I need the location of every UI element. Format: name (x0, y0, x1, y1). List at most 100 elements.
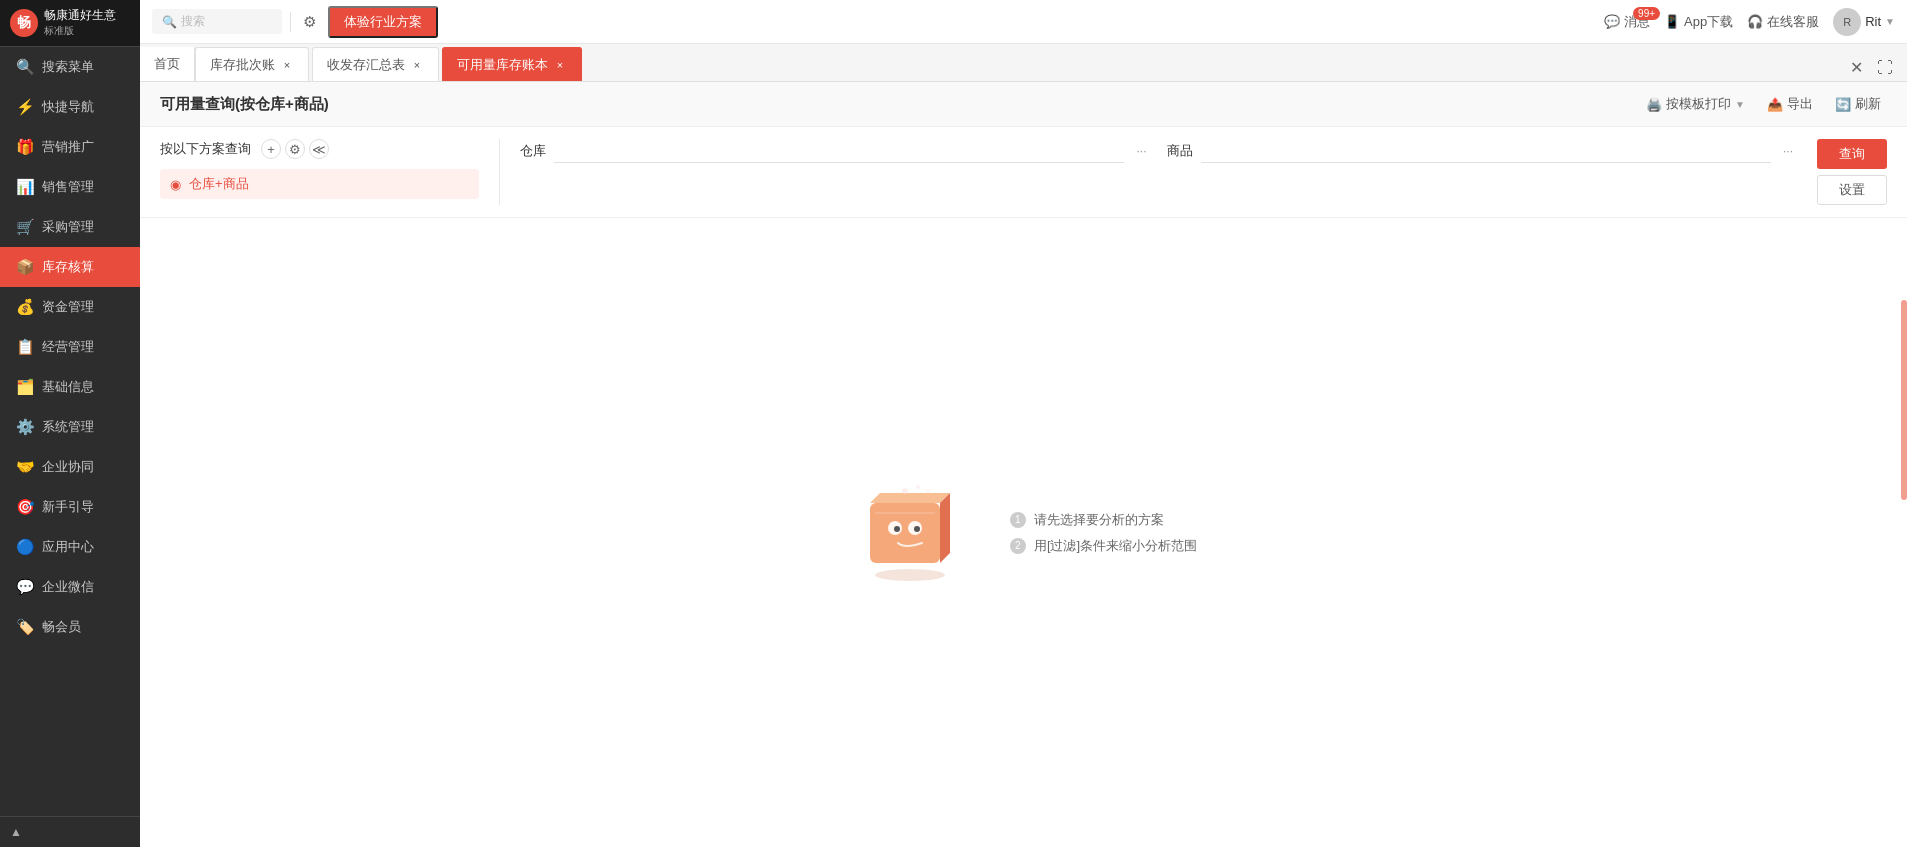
sidebar-item-label: 库存核算 (42, 258, 94, 276)
tip-2-text: 用[过滤]条件来缩小分析范围 (1034, 537, 1197, 555)
empty-tip-1: 1 请先选择要分析的方案 (1010, 511, 1197, 529)
sidebar-item-label: 系统管理 (42, 418, 94, 436)
app-download-button[interactable]: 📱 App下载 (1664, 13, 1733, 31)
app-icon: 📱 (1664, 14, 1680, 29)
print-button[interactable]: 🖨️ 按模板打印 ▼ (1640, 92, 1751, 116)
message-button[interactable]: 💬 消息 99+ (1604, 13, 1650, 31)
tab-batch-ledger-close[interactable]: × (280, 58, 294, 72)
sidebar-item-purchase[interactable]: 🛒 采购管理 (0, 207, 140, 247)
topbar-search-bar[interactable]: 🔍 搜索 (152, 9, 282, 34)
tab-collect-summary[interactable]: 收发存汇总表 × (312, 47, 439, 81)
product-more-btn[interactable]: ··· (1779, 142, 1797, 160)
query-button[interactable]: 查询 (1817, 139, 1887, 169)
sidebar: 畅 畅康通好生意 标准版 🔍 搜索菜单 ⚡ 快捷导航 🎁 营销推广 📊 销售管理… (0, 0, 140, 847)
topbar-divider-1 (290, 12, 291, 32)
svg-point-11 (926, 489, 930, 493)
service-icon: 🎧 (1747, 14, 1763, 29)
topbar-gear-icon[interactable]: ⚙ (299, 9, 320, 35)
tab-collect-summary-close[interactable]: × (410, 58, 424, 72)
tab-collect-summary-label: 收发存汇总表 (327, 56, 405, 74)
empty-illustration-svg (850, 483, 970, 583)
warehouse-input[interactable] (554, 139, 1124, 163)
sidebar-item-finance[interactable]: 💰 资金管理 (0, 287, 140, 327)
manage-scheme-button[interactable]: ⚙ (285, 139, 305, 159)
user-profile[interactable]: R Rit ▼ (1833, 8, 1895, 36)
filter-fields-panel: 仓库 ··· 商品 ··· (500, 139, 1797, 205)
filter-actions: 查询 设置 (1797, 139, 1887, 205)
content-area: 可用量查询(按仓库+商品) 🖨️ 按模板打印 ▼ 📤 导出 🔄 刷新 (140, 82, 1907, 847)
right-scrollbar[interactable] (1901, 300, 1907, 500)
sidebar-item-marketing[interactable]: 🎁 营销推广 (0, 127, 140, 167)
finance-icon: 💰 (16, 298, 34, 316)
scheme-item-warehouse-product[interactable]: ◉ 仓库+商品 (160, 169, 479, 199)
filter-scheme-label: 按以下方案查询 (160, 140, 251, 158)
filter-scheme-header: 按以下方案查询 + ⚙ ≪ (160, 139, 479, 159)
refresh-button[interactable]: 🔄 刷新 (1829, 92, 1887, 116)
sidebar-item-shortcut[interactable]: ⚡ 快捷导航 (0, 87, 140, 127)
avatar-initials: R (1843, 16, 1851, 28)
sidebar-item-inventory[interactable]: 📦 库存核算 (0, 247, 140, 287)
svg-marker-2 (870, 493, 950, 503)
svg-point-6 (894, 526, 900, 532)
topbar-search-icon: 🔍 (162, 15, 177, 29)
tab-batch-ledger[interactable]: 库存批次账 × (195, 47, 309, 81)
username-label: Rit (1865, 14, 1881, 29)
sidebar-item-search[interactable]: 🔍 搜索菜单 (0, 47, 140, 87)
tab-available-ledger[interactable]: 可用量库存账本 × (442, 47, 582, 81)
sidebar-item-label: 企业微信 (42, 578, 94, 596)
svg-rect-1 (870, 503, 940, 563)
empty-tip-2: 2 用[过滤]条件来缩小分析范围 (1010, 537, 1197, 555)
export-button[interactable]: 📤 导出 (1761, 92, 1819, 116)
sidebar-footer[interactable]: ▲ (0, 816, 140, 847)
empty-tips: 1 请先选择要分析的方案 2 用[过滤]条件来缩小分析范围 (1010, 511, 1197, 555)
sidebar-item-enterprise[interactable]: 🤝 企业协同 (0, 447, 140, 487)
scheme-item-label: 仓库+商品 (189, 175, 249, 193)
warehouse-more-btn[interactable]: ··· (1132, 142, 1150, 160)
filter-field-product: 商品 ··· (1167, 139, 1798, 163)
setting-button[interactable]: 设置 (1817, 175, 1887, 205)
message-icon: 💬 (1604, 14, 1620, 29)
refresh-icon: 🔄 (1835, 97, 1851, 112)
sidebar-item-label: 基础信息 (42, 378, 94, 396)
sidebar-item-apps[interactable]: 🔵 应用中心 (0, 527, 140, 567)
marketing-icon: 🎁 (16, 138, 34, 156)
tab-fullscreen-button[interactable]: ⛶ (1873, 55, 1897, 81)
tab-home[interactable]: 首页 (140, 47, 195, 81)
sidebar-item-basic[interactable]: 🗂️ 基础信息 (0, 367, 140, 407)
svg-point-7 (914, 526, 920, 532)
sidebar-item-member[interactable]: 🏷️ 畅会员 (0, 607, 140, 647)
topbar-right: 💬 消息 99+ 📱 App下载 🎧 在线客服 R Rit ▼ (1604, 8, 1895, 36)
sidebar-item-label: 搜索菜单 (42, 58, 94, 76)
product-input[interactable] (1201, 139, 1771, 163)
collapse-scheme-button[interactable]: ≪ (309, 139, 329, 159)
sidebar-item-label: 畅会员 (42, 618, 81, 636)
tip-1-num: 1 (1010, 512, 1026, 528)
enterprise-icon: 🤝 (16, 458, 34, 476)
product-label: 商品 (1167, 142, 1193, 160)
filter-area: 按以下方案查询 + ⚙ ≪ ◉ 仓库+商品 仓库 (140, 127, 1907, 218)
print-dropdown-icon: ▼ (1735, 99, 1745, 110)
tab-available-ledger-label: 可用量库存账本 (457, 56, 548, 74)
online-service-button[interactable]: 🎧 在线客服 (1747, 13, 1819, 31)
filter-field-warehouse: 仓库 ··· (520, 139, 1151, 163)
tab-close-all-button[interactable]: ✕ (1846, 54, 1867, 81)
home-tab-label: 首页 (154, 55, 180, 73)
add-scheme-button[interactable]: + (261, 139, 281, 159)
expand-icon: ▲ (10, 825, 22, 839)
apps-icon: 🔵 (16, 538, 34, 556)
sidebar-item-sales[interactable]: 📊 销售管理 (0, 167, 140, 207)
sidebar-item-wechat[interactable]: 💬 企业微信 (0, 567, 140, 607)
svg-point-0 (875, 569, 945, 581)
avatar: R (1833, 8, 1861, 36)
trial-button[interactable]: 体验行业方案 (328, 6, 438, 38)
sidebar-item-operation[interactable]: 📋 经营管理 (0, 327, 140, 367)
tabbar: 首页 库存批次账 × 收发存汇总表 × 可用量库存账本 × ✕ ⛶ (140, 44, 1907, 82)
basic-icon: 🗂️ (16, 378, 34, 396)
tab-available-ledger-close[interactable]: × (553, 58, 567, 72)
sidebar-item-guide[interactable]: 🎯 新手引导 (0, 487, 140, 527)
sidebar-item-system[interactable]: ⚙️ 系统管理 (0, 407, 140, 447)
export-label: 导出 (1787, 95, 1813, 113)
empty-illustration (850, 483, 970, 583)
operation-icon: 📋 (16, 338, 34, 356)
brand-name: 畅康通好生意 (44, 8, 116, 24)
